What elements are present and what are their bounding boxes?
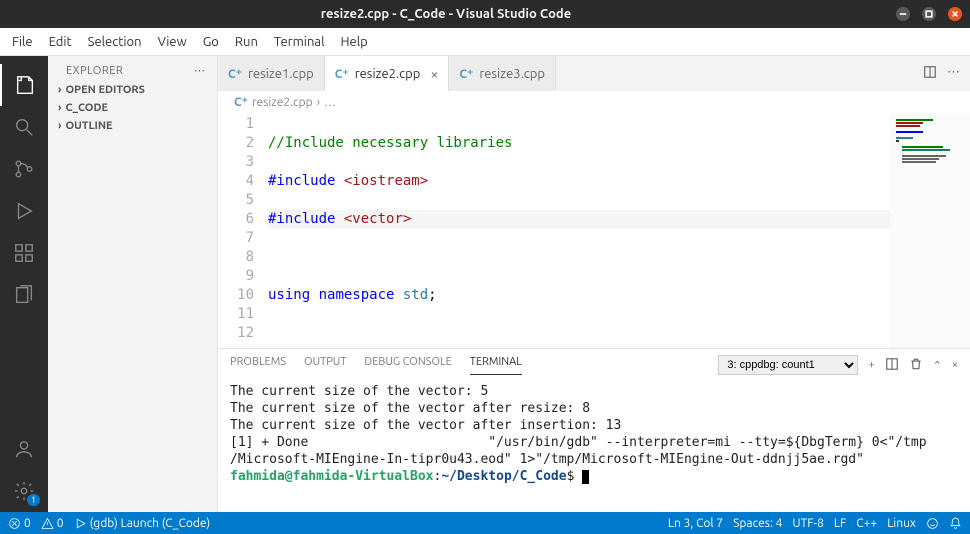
activity-extensions[interactable] [0,232,48,274]
sidebar-title: EXPLORER [66,65,194,77]
activity-scm[interactable] [0,148,48,190]
cpp-icon: C⁺ [459,67,473,81]
status-bell-icon[interactable] [949,517,962,530]
sidebar-explorer: EXPLORER ⋯ OPEN EDITORS C_CODE OUTLINE [48,56,218,512]
cpp-icon: C⁺ [228,67,242,81]
panel-tab-debug[interactable]: DEBUG CONSOLE [364,356,451,374]
line-gutter: 123456789101112 [218,113,268,348]
settings-badge: 1 [27,494,40,506]
panel-tab-output[interactable]: OUTPUT [304,356,346,374]
split-terminal-icon[interactable] [885,357,899,374]
tab-resize2[interactable]: C⁺resize2.cpp× [325,56,450,91]
status-eol[interactable]: LF [834,517,846,530]
status-encoding[interactable]: UTF-8 [792,517,823,530]
new-terminal-icon[interactable]: + [868,359,874,371]
trash-icon[interactable] [909,357,923,374]
cpp-icon: C⁺ [335,67,349,81]
minimize-button[interactable] [896,7,910,21]
close-panel-icon[interactable]: × [952,359,958,371]
terminal-cursor [582,470,589,484]
section-open-editors[interactable]: OPEN EDITORS [48,81,217,99]
cpp-icon: C⁺ [234,95,248,109]
split-editor-icon[interactable] [923,65,937,82]
title-bar: resize2.cpp - C_Code - Visual Studio Cod… [0,0,970,28]
tab-resize3[interactable]: C⁺resize3.cpp [449,56,556,91]
sidebar-more-icon[interactable]: ⋯ [194,64,205,77]
terminal-selector[interactable]: 3: cppdbg: count1 [718,355,858,375]
activity-account[interactable] [0,428,48,470]
panel: PROBLEMS OUTPUT DEBUG CONSOLE TERMINAL 3… [218,348,970,512]
more-icon[interactable]: ⋯ [947,65,960,82]
status-launch[interactable]: (gdb) Launch (C_Code) [74,517,211,530]
status-errors[interactable]: 0 [8,517,31,530]
section-workspace[interactable]: C_CODE [48,99,217,117]
status-language[interactable]: C++ [856,517,877,530]
maximize-button[interactable] [922,7,936,21]
menu-run[interactable]: Run [227,31,266,53]
panel-tabs: PROBLEMS OUTPUT DEBUG CONSOLE TERMINAL 3… [218,349,970,375]
window-close-button[interactable] [948,7,962,21]
menu-file[interactable]: File [4,31,41,53]
menu-terminal[interactable]: Terminal [266,31,333,53]
section-outline[interactable]: OUTLINE [48,117,217,135]
status-feedback-icon[interactable] [926,517,939,530]
panel-tab-terminal[interactable]: TERMINAL [470,356,522,375]
menu-help[interactable]: Help [332,31,375,53]
tab-resize1[interactable]: C⁺resize1.cpp [218,56,325,91]
editor-area: C⁺resize1.cpp C⁺resize2.cpp× C⁺resize3.c… [218,56,970,512]
status-os[interactable]: Linux [887,517,916,530]
panel-tab-problems[interactable]: PROBLEMS [230,356,286,374]
activity-explorer[interactable] [0,64,48,106]
minimap[interactable] [890,113,970,348]
menu-selection[interactable]: Selection [80,31,150,53]
menu-go[interactable]: Go [195,31,227,53]
code-editor[interactable]: 123456789101112 //Include necessary libr… [218,113,970,348]
close-icon[interactable]: × [426,66,438,82]
activity-files[interactable] [0,274,48,316]
activity-debug[interactable] [0,190,48,232]
status-spaces[interactable]: Spaces: 4 [733,517,782,530]
status-warnings[interactable]: 0 [41,517,64,530]
menu-view[interactable]: View [150,31,195,53]
terminal-output[interactable]: The current size of the vector: 5The cur… [218,375,970,512]
menu-edit[interactable]: Edit [41,31,80,53]
activity-search[interactable] [0,106,48,148]
activity-bar: 1 [0,56,48,512]
sidebar-header: EXPLORER ⋯ [48,56,217,81]
activity-settings[interactable]: 1 [0,470,48,512]
chevron-right-icon: › [317,96,320,109]
status-bar: 0 0 (gdb) Launch (C_Code) Ln 3, Col 7 Sp… [0,512,970,534]
chevron-up-icon[interactable]: ⌃ [933,359,942,372]
editor-tabs: C⁺resize1.cpp C⁺resize2.cpp× C⁺resize3.c… [218,56,970,91]
menu-bar: File Edit Selection View Go Run Terminal… [0,28,970,56]
code-content[interactable]: //Include necessary libraries #include <… [268,113,890,348]
breadcrumb[interactable]: C⁺ resize2.cpp › … [218,91,970,113]
window-title: resize2.cpp - C_Code - Visual Studio Cod… [8,7,884,21]
status-line-col[interactable]: Ln 3, Col 7 [668,517,723,530]
